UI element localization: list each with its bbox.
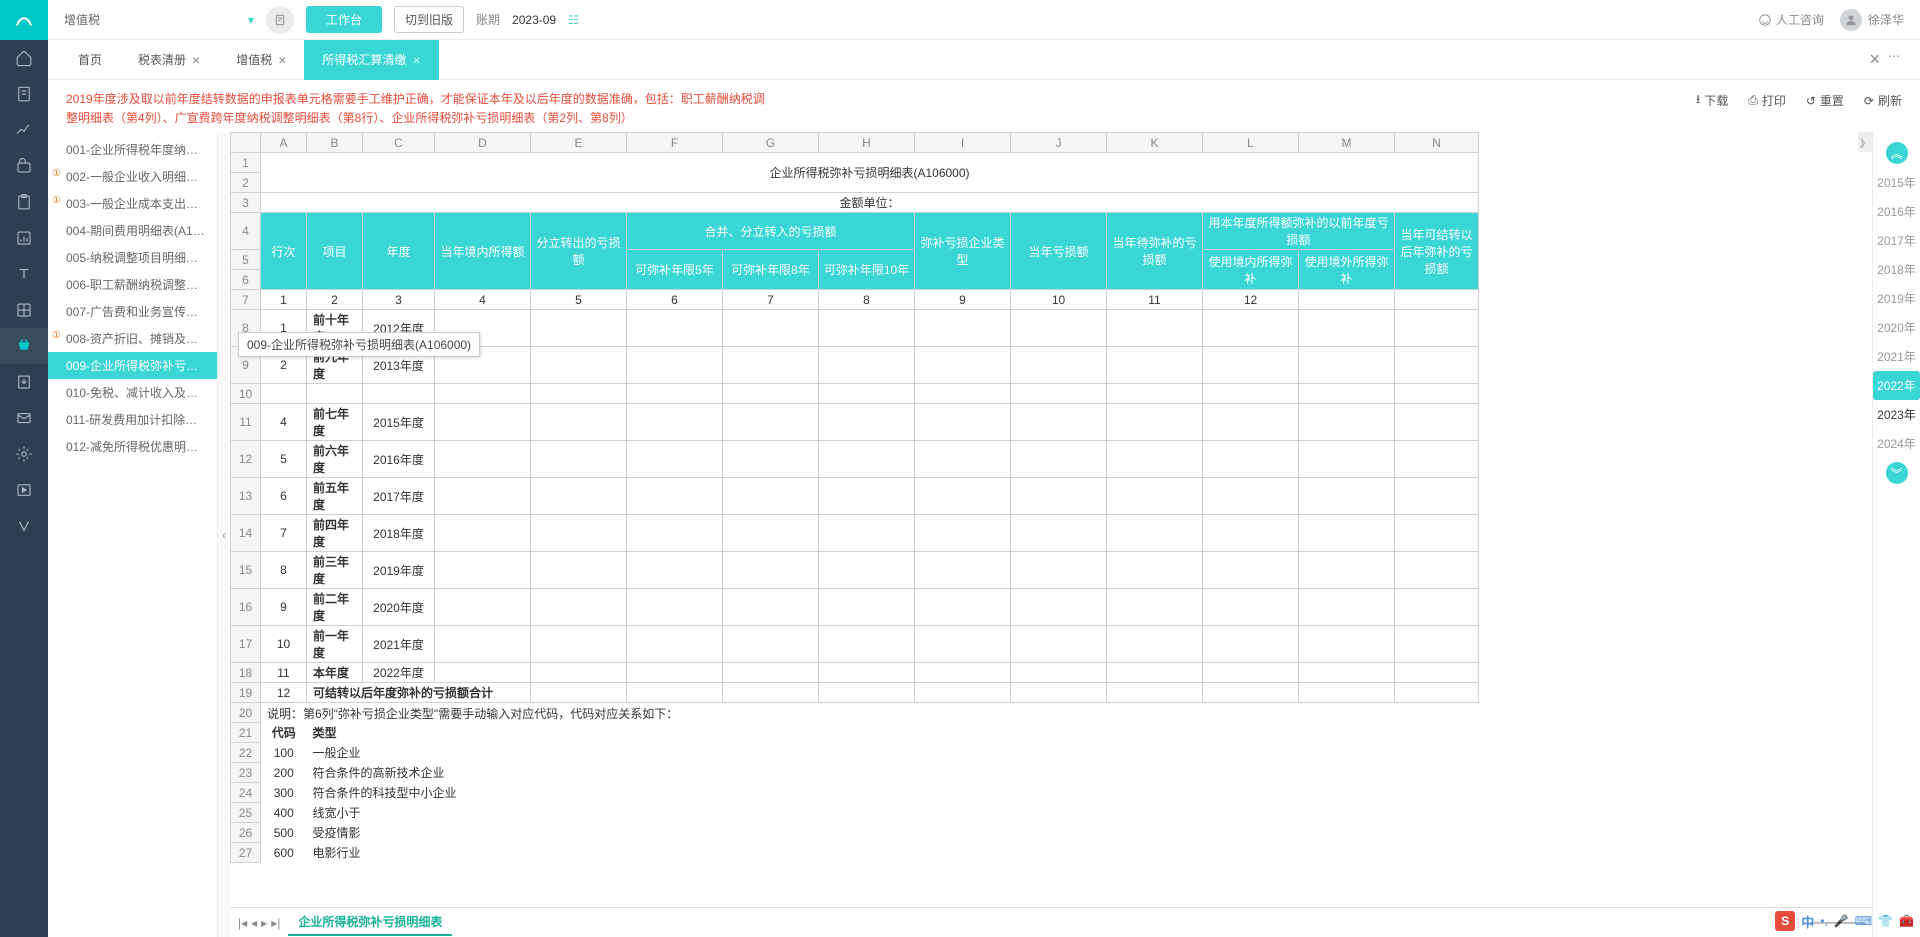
- year-item[interactable]: 2023年: [1877, 400, 1916, 429]
- report-item[interactable]: 008-资产折旧、摊销及纳税...: [48, 325, 217, 352]
- nav-tax-icon[interactable]: [0, 328, 48, 364]
- top-bar: 增值税 ▾ 工作台 切到旧版 账期 2023-09 ☷ 人工咨询 徐泽华: [48, 0, 1920, 40]
- download-action[interactable]: ⭳ 下载: [1696, 90, 1728, 111]
- workspace-button[interactable]: 工作台: [306, 6, 382, 33]
- report-item[interactable]: 006-职工薪酬纳税调整明细...: [48, 271, 217, 298]
- year-rail: ︽ 2015年2016年2017年2018年2019年2020年2021年202…: [1872, 132, 1920, 937]
- help-link[interactable]: 人工咨询: [1758, 11, 1824, 28]
- tabs-close-all-icon[interactable]: ×: [1869, 49, 1880, 70]
- report-list: 001-企业所得税年度纳税申...002-一般企业收入明细表(A...003-一…: [48, 132, 218, 937]
- avatar-icon: [1840, 9, 1862, 31]
- tax-type-label: 增值税: [64, 11, 100, 28]
- notice-text: 2019年度涉及取以前年度结转数据的申报表单元格需要手工维护正确，才能保证本年及…: [66, 90, 766, 128]
- period-label: 账期: [476, 11, 500, 28]
- chevron-down-icon: ▾: [248, 13, 254, 27]
- nav-t-icon[interactable]: [0, 256, 48, 292]
- nav-report-icon[interactable]: [0, 220, 48, 256]
- user-menu[interactable]: 徐泽华: [1840, 9, 1904, 31]
- calendar-icon[interactable]: ☷: [568, 13, 579, 27]
- nav-mail-icon[interactable]: [0, 400, 48, 436]
- ime-tool-icon[interactable]: 🧰: [1899, 914, 1914, 928]
- report-item[interactable]: 005-纳税调整项目明细表(A1...: [48, 244, 217, 271]
- ime-punct-icon[interactable]: •,: [1820, 914, 1828, 928]
- year-down-icon[interactable]: ︾: [1886, 462, 1908, 484]
- nav-home-icon[interactable]: [0, 40, 48, 76]
- switch-old-button[interactable]: 切到旧版: [394, 6, 464, 33]
- year-item[interactable]: 2024年: [1877, 429, 1916, 458]
- ime-lang[interactable]: 中: [1801, 912, 1814, 931]
- ime-bar: S 中 •, 🎤 ⌨ 👕 🧰: [1775, 911, 1914, 931]
- app-logo: [0, 0, 48, 40]
- tab[interactable]: 税表清册×: [120, 40, 218, 80]
- spreadsheet[interactable]: ABCDEFGHIJKLMN1企业所得税弥补亏损明细表(A106000)23金额…: [230, 132, 1872, 907]
- tab[interactable]: 首页: [60, 40, 120, 80]
- year-item[interactable]: 2018年: [1877, 255, 1916, 284]
- ime-kbd-icon[interactable]: ⌨: [1855, 914, 1872, 928]
- tab[interactable]: 增值税×: [218, 40, 304, 80]
- ime-mic-icon[interactable]: 🎤: [1834, 914, 1849, 928]
- nav-export-icon[interactable]: [0, 364, 48, 400]
- sheet-nav-last-icon[interactable]: ▸|: [271, 916, 280, 930]
- sheet-tab-active[interactable]: 企业所得税弥补亏损明细表: [288, 909, 452, 936]
- year-up-icon[interactable]: ︽: [1886, 142, 1908, 164]
- expand-icon[interactable]: 》: [1858, 132, 1872, 152]
- report-item[interactable]: 009-企业所得税弥补亏损明...: [48, 352, 217, 379]
- refresh-action[interactable]: ⟳ 刷新: [1864, 90, 1902, 111]
- year-item[interactable]: 2016年: [1877, 197, 1916, 226]
- period-value: 2023-09: [512, 13, 556, 27]
- reset-action[interactable]: ↺ 重置: [1806, 90, 1844, 111]
- report-item[interactable]: 004-期间费用明细表(A1040...: [48, 217, 217, 244]
- ime-logo-icon[interactable]: S: [1775, 911, 1795, 931]
- user-name: 徐泽华: [1868, 11, 1904, 28]
- nav-settings-icon[interactable]: [0, 436, 48, 472]
- year-item[interactable]: 2022年: [1873, 371, 1920, 400]
- tabs-more-icon[interactable]: ⋯: [1888, 49, 1900, 70]
- tabs-bar: 首页税表清册×增值税×所得税汇算清缴× × ⋯: [48, 40, 1920, 80]
- sheet-nav-prev-icon[interactable]: ◂: [251, 916, 257, 930]
- year-item[interactable]: 2020年: [1877, 313, 1916, 342]
- nav-bag-icon[interactable]: [0, 148, 48, 184]
- report-item[interactable]: 011-研发费用加计扣除优惠...: [48, 406, 217, 433]
- sheet-nav-next-icon[interactable]: ▸: [261, 916, 267, 930]
- sheet-tabs-bar: |◂ ◂ ▸ ▸| 企业所得税弥补亏损明细表 ⋮ ◂━━━━━━━: [230, 907, 1872, 937]
- sheet-nav-first-icon[interactable]: |◂: [238, 916, 247, 930]
- nav-doc-icon[interactable]: [0, 76, 48, 112]
- close-icon[interactable]: ×: [278, 52, 286, 68]
- year-item[interactable]: 2021年: [1877, 342, 1916, 371]
- nav-clip-icon[interactable]: [0, 184, 48, 220]
- close-icon[interactable]: ×: [192, 52, 200, 68]
- report-item[interactable]: 003-一般企业成本支出明细...: [48, 190, 217, 217]
- report-item[interactable]: 001-企业所得税年度纳税申...: [48, 136, 217, 163]
- report-item[interactable]: 007-广告费和业务宣传费跨...: [48, 298, 217, 325]
- ime-skin-icon[interactable]: 👕: [1878, 914, 1893, 928]
- tooltip: 009-企业所得税弥补亏损明细表(A106000): [238, 332, 480, 357]
- nav-chart-icon[interactable]: [0, 112, 48, 148]
- left-nav-rail: [0, 0, 48, 937]
- year-item[interactable]: 2017年: [1877, 226, 1916, 255]
- close-icon[interactable]: ×: [412, 52, 420, 68]
- year-item[interactable]: 2019年: [1877, 284, 1916, 313]
- collapse-handle[interactable]: ‹: [218, 132, 230, 937]
- year-item[interactable]: 2015年: [1877, 168, 1916, 197]
- print-action[interactable]: ⎙ 打印: [1748, 90, 1786, 111]
- tab[interactable]: 所得税汇算清缴×: [304, 40, 438, 80]
- tax-type-select[interactable]: 增值税 ▾: [64, 11, 254, 28]
- circle-button[interactable]: [266, 6, 294, 34]
- nav-video-icon[interactable]: [0, 472, 48, 508]
- report-item[interactable]: 010-免税、减计收入及加计...: [48, 379, 217, 406]
- nav-grid-icon[interactable]: [0, 292, 48, 328]
- report-item[interactable]: 012-减免所得税优惠明细表(...: [48, 433, 217, 460]
- report-item[interactable]: 002-一般企业收入明细表(A...: [48, 163, 217, 190]
- nav-v-icon[interactable]: [0, 508, 48, 544]
